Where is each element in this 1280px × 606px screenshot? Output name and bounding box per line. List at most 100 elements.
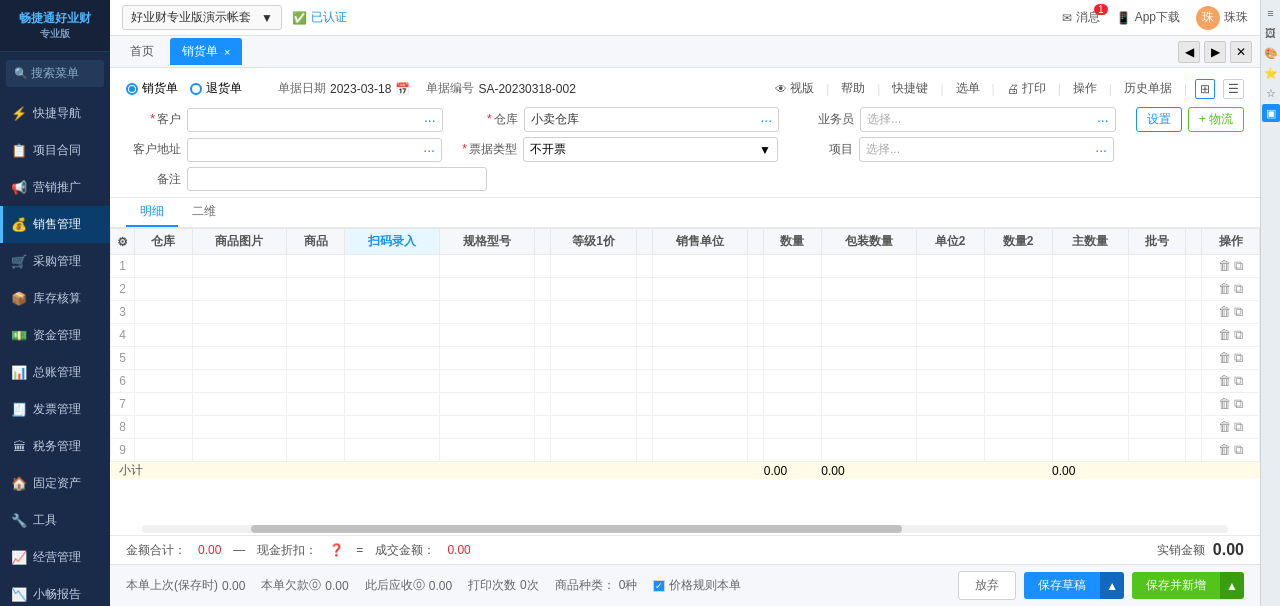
- customer-select-btn[interactable]: ···: [424, 112, 436, 128]
- sidebar-item-marketing[interactable]: 📢 营销推广: [0, 169, 110, 206]
- delete-icon[interactable]: 🗑: [1218, 258, 1231, 273]
- table-row[interactable]: 9🗑 ⧉: [111, 439, 1260, 462]
- right-icon-4[interactable]: ⭐: [1262, 64, 1280, 82]
- copy-icon[interactable]: ⧉: [1234, 258, 1243, 273]
- copy-icon[interactable]: ⧉: [1234, 327, 1243, 342]
- sidebar-item-invoice[interactable]: 🧾 发票管理: [0, 391, 110, 428]
- sidebar-item-tax[interactable]: 🏛 税务管理: [0, 428, 110, 465]
- history-btn[interactable]: 历史单据: [1120, 78, 1176, 99]
- user-profile[interactable]: 珠 珠珠: [1196, 6, 1248, 30]
- tab-home[interactable]: 首页: [118, 38, 166, 65]
- add-logistics-button[interactable]: + 物流: [1188, 107, 1244, 132]
- customer-input[interactable]: ···: [187, 108, 443, 132]
- sidebar-item-funds[interactable]: 💵 资金管理: [0, 317, 110, 354]
- salesperson-input[interactable]: 选择... ···: [860, 107, 1116, 132]
- right-icon-2[interactable]: 🖼: [1262, 24, 1280, 42]
- shortcuts-btn[interactable]: 快捷键: [888, 78, 932, 99]
- table-row[interactable]: 7🗑 ⧉: [111, 393, 1260, 416]
- row-actions[interactable]: 🗑 ⧉: [1202, 439, 1260, 462]
- sidebar-item-quick-nav[interactable]: ⚡ 快捷导航: [0, 95, 110, 132]
- sidebar-item-ledger[interactable]: 📊 总账管理: [0, 354, 110, 391]
- copy-icon[interactable]: ⧉: [1234, 350, 1243, 365]
- table-row[interactable]: 2🗑 ⧉: [111, 278, 1260, 301]
- help-btn[interactable]: 帮助: [837, 78, 869, 99]
- warehouse-select-btn[interactable]: ···: [760, 112, 772, 128]
- delete-icon[interactable]: 🗑: [1218, 304, 1231, 319]
- col-settings[interactable]: ⚙: [111, 229, 135, 255]
- tab-close-all-button[interactable]: ✕: [1230, 41, 1252, 63]
- tab-next-button[interactable]: ▶: [1204, 41, 1226, 63]
- right-icon-1[interactable]: ≡: [1262, 4, 1280, 22]
- save-draft-dropdown-button[interactable]: ▲: [1100, 572, 1124, 599]
- search-nav-area[interactable]: 🔍 搜索菜单: [0, 52, 110, 95]
- sidebar-item-reports[interactable]: 📉 小畅报告: [0, 576, 110, 606]
- data-table-container[interactable]: ⚙ 仓库 商品图片 商品 扫码录入 规格型号 等级1价 销售单位 数量 包装数量…: [110, 228, 1260, 521]
- horizontal-scrollbar[interactable]: [142, 525, 1228, 533]
- view-btn[interactable]: 👁 视版: [771, 78, 818, 99]
- row-actions[interactable]: 🗑 ⧉: [1202, 370, 1260, 393]
- table-row[interactable]: 6🗑 ⧉: [111, 370, 1260, 393]
- help-icon[interactable]: ❓: [329, 543, 344, 557]
- row-actions[interactable]: 🗑 ⧉: [1202, 393, 1260, 416]
- sidebar-item-purchase[interactable]: 🛒 采购管理: [0, 243, 110, 280]
- message-button[interactable]: ✉ 消息 1: [1062, 9, 1100, 26]
- row-actions[interactable]: 🗑 ⧉: [1202, 347, 1260, 370]
- copy-icon[interactable]: ⧉: [1234, 442, 1243, 457]
- setting-button[interactable]: 设置: [1136, 107, 1182, 132]
- delete-icon[interactable]: 🗑: [1218, 281, 1231, 296]
- return-order-radio[interactable]: 退货单: [190, 80, 242, 97]
- copy-icon[interactable]: ⧉: [1234, 373, 1243, 388]
- row-actions[interactable]: 🗑 ⧉: [1202, 255, 1260, 278]
- print-btn[interactable]: 🖨 打印: [1003, 78, 1050, 99]
- layout-list-btn[interactable]: ☰: [1223, 79, 1244, 99]
- calendar-icon[interactable]: 📅: [395, 82, 410, 96]
- delete-icon[interactable]: 🗑: [1218, 442, 1231, 457]
- row-actions[interactable]: 🗑 ⧉: [1202, 278, 1260, 301]
- select-btn[interactable]: 选单: [952, 78, 984, 99]
- table-row[interactable]: 4🗑 ⧉: [111, 324, 1260, 347]
- invoice-select[interactable]: 不开票 ▼: [523, 137, 778, 162]
- warehouse-input[interactable]: 小卖仓库 ···: [524, 107, 780, 132]
- operations-btn[interactable]: 操作: [1069, 78, 1101, 99]
- table-row[interactable]: 5🗑 ⧉: [111, 347, 1260, 370]
- row-actions[interactable]: 🗑 ⧉: [1202, 416, 1260, 439]
- sidebar-item-inventory[interactable]: 📦 库存核算: [0, 280, 110, 317]
- price-check-checkbox[interactable]: [653, 580, 665, 592]
- remark-input[interactable]: [187, 167, 487, 191]
- project-select-btn[interactable]: ···: [1095, 142, 1107, 158]
- search-menu-button[interactable]: 🔍 搜索菜单: [6, 60, 104, 87]
- doc-type-radio-group[interactable]: 销货单 退货单: [126, 80, 242, 97]
- table-row[interactable]: 8🗑 ⧉: [111, 416, 1260, 439]
- salesperson-select-btn[interactable]: ···: [1097, 112, 1109, 128]
- tab-sales-order[interactable]: 销货单 ×: [170, 38, 242, 65]
- delete-icon[interactable]: 🗑: [1218, 373, 1231, 388]
- app-download-button[interactable]: 📱 App下载: [1116, 9, 1180, 26]
- tab-close-button[interactable]: ×: [224, 46, 230, 58]
- save-new-button[interactable]: 保存并新增: [1132, 572, 1220, 599]
- sale-order-radio[interactable]: 销货单: [126, 80, 178, 97]
- delete-icon[interactable]: 🗑: [1218, 350, 1231, 365]
- sidebar-item-assets[interactable]: 🏠 固定资产: [0, 465, 110, 502]
- abandon-button[interactable]: 放弃: [958, 571, 1016, 600]
- table-row[interactable]: 3🗑 ⧉: [111, 301, 1260, 324]
- sidebar-item-tools[interactable]: 🔧 工具: [0, 502, 110, 539]
- tab-prev-button[interactable]: ◀: [1178, 41, 1200, 63]
- delete-icon[interactable]: 🗑: [1218, 396, 1231, 411]
- project-input[interactable]: 选择... ···: [859, 137, 1114, 162]
- layout-grid-btn[interactable]: ⊞: [1195, 79, 1215, 99]
- copy-icon[interactable]: ⧉: [1234, 281, 1243, 296]
- save-draft-button[interactable]: 保存草稿: [1024, 572, 1100, 599]
- right-icon-3[interactable]: 🎨: [1262, 44, 1280, 62]
- delete-icon[interactable]: 🗑: [1218, 327, 1231, 342]
- copy-icon[interactable]: ⧉: [1234, 396, 1243, 411]
- sidebar-item-sales[interactable]: 💰 销售管理: [0, 206, 110, 243]
- delete-icon[interactable]: 🗑: [1218, 419, 1231, 434]
- copy-icon[interactable]: ⧉: [1234, 304, 1243, 319]
- address-select-btn[interactable]: ···: [423, 142, 435, 158]
- address-input[interactable]: ···: [187, 138, 442, 162]
- tab-detail[interactable]: 明细: [126, 198, 178, 227]
- sidebar-item-projects[interactable]: 📋 项目合同: [0, 132, 110, 169]
- copy-icon[interactable]: ⧉: [1234, 419, 1243, 434]
- row-actions[interactable]: 🗑 ⧉: [1202, 324, 1260, 347]
- tab-2d[interactable]: 二维: [178, 198, 230, 227]
